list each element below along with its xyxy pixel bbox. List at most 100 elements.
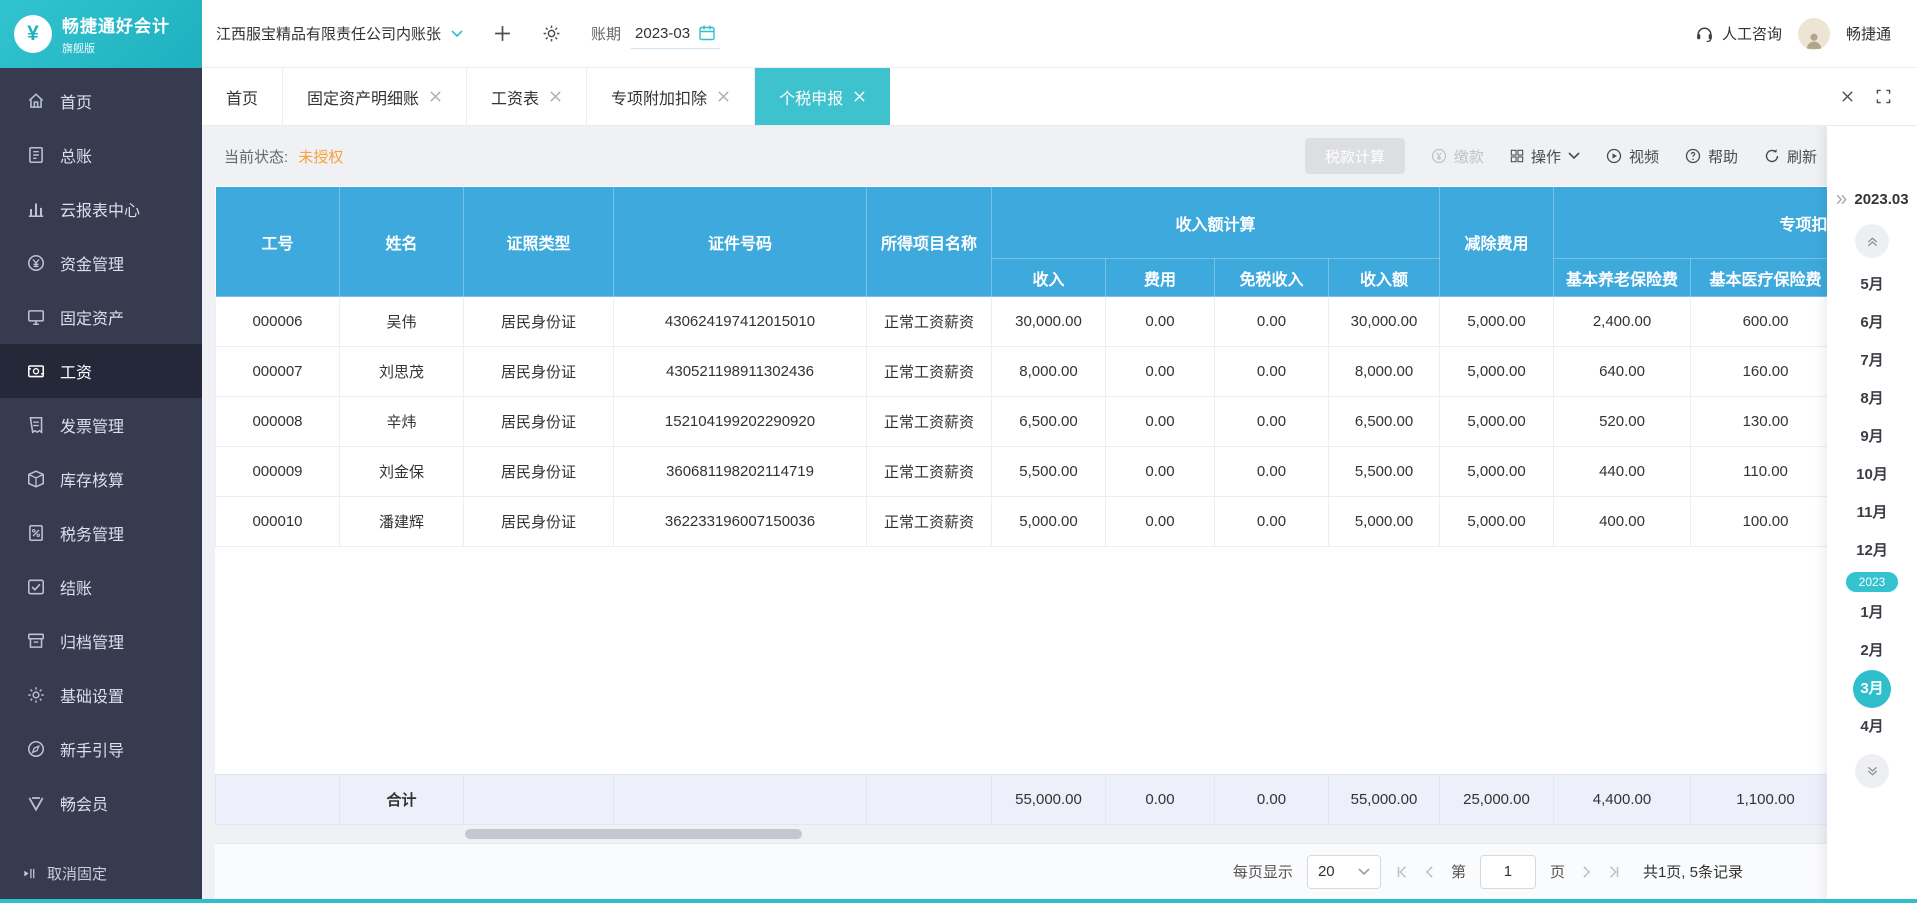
- sidebar-item-inventory[interactable]: 库存核算: [0, 452, 202, 506]
- period-picker[interactable]: 2023-03: [631, 18, 721, 49]
- tab-close-icon[interactable]: [717, 90, 730, 103]
- month-item[interactable]: 6月: [1850, 304, 1894, 342]
- month-item[interactable]: 10月: [1850, 456, 1894, 494]
- table-cell: 刘思茂: [339, 346, 464, 397]
- table-row[interactable]: 000010 潘建辉 居民身份证 362233196007150036 正常工资薪资 5,…: [215, 496, 1827, 547]
- scrollbar-thumb[interactable]: [465, 829, 802, 839]
- last-page-button[interactable]: [1607, 865, 1621, 879]
- column-header: 工号: [215, 186, 340, 297]
- table-cell: 正常工资薪资: [866, 446, 992, 497]
- prev-page-button[interactable]: [1423, 865, 1437, 879]
- table-cell: 6,500.00: [991, 396, 1106, 447]
- video-icon: [1606, 148, 1622, 164]
- year-badge: 2023: [1846, 572, 1898, 592]
- sidebar-item-invoice[interactable]: 发票管理: [0, 398, 202, 452]
- month-item[interactable]: 12月: [1850, 532, 1894, 570]
- video-button[interactable]: 视频: [1606, 146, 1659, 167]
- tab-fixed-asset-ledger[interactable]: 固定资产明细账: [283, 68, 468, 125]
- current-period: 2023.03: [1854, 190, 1909, 208]
- support-link[interactable]: 人工咨询: [1695, 23, 1782, 44]
- month-item[interactable]: 1月: [1850, 594, 1894, 632]
- chevron-down-icon: [1358, 867, 1370, 876]
- sidebar-item-guide[interactable]: 新手引导: [0, 722, 202, 776]
- add-button[interactable]: [493, 24, 512, 43]
- total-cell: 4,400.00: [1553, 774, 1691, 825]
- month-item[interactable]: 9月: [1850, 418, 1894, 456]
- month-item[interactable]: 7月: [1850, 342, 1894, 380]
- close-tab-icon[interactable]: [1841, 90, 1854, 103]
- page-number-input[interactable]: [1479, 854, 1536, 889]
- pay-button[interactable]: 缴款: [1431, 146, 1484, 167]
- table-cell: 5,000.00: [1439, 296, 1555, 347]
- column-header: 所得项目名称: [866, 186, 992, 297]
- sidebar-item-funds[interactable]: 资金管理: [0, 236, 202, 290]
- sidebar-item-label: 结账: [60, 581, 93, 598]
- sidebar-item-member[interactable]: 畅会员: [0, 776, 202, 830]
- refresh-button[interactable]: 刷新: [1764, 146, 1817, 167]
- per-page-select[interactable]: 20: [1306, 854, 1381, 889]
- tab-home[interactable]: 首页: [202, 68, 284, 125]
- column-group-special: 专项扣除: [1553, 186, 1827, 259]
- table-cell: 0.00: [1214, 496, 1329, 547]
- table-cell: 居民身份证: [463, 396, 614, 447]
- per-page-value: 20: [1317, 863, 1335, 880]
- next-page-button[interactable]: [1579, 865, 1593, 879]
- month-item[interactable]: 2月: [1850, 632, 1894, 670]
- table-row[interactable]: 000009 刘金保 居民身份证 360681198202114719 正常工资薪资 5,…: [215, 446, 1827, 497]
- unpin-sidebar-button[interactable]: 取消固定: [0, 847, 202, 899]
- tab-salary-table[interactable]: 工资表: [467, 68, 588, 125]
- brand-logo-icon: ¥: [14, 15, 52, 53]
- fullscreen-icon[interactable]: [1876, 89, 1891, 104]
- sidebar-item-tax[interactable]: 税务管理: [0, 506, 202, 560]
- table-cell: 000010: [215, 496, 340, 547]
- table-cell: 0.00: [1105, 446, 1215, 497]
- scroll-months-down-button[interactable]: [1855, 754, 1889, 788]
- tab-close-icon[interactable]: [853, 90, 866, 103]
- collapse-panel-button[interactable]: [1835, 193, 1848, 206]
- sidebar-item-salary[interactable]: 工资: [0, 344, 202, 398]
- support-label: 人工咨询: [1721, 26, 1782, 43]
- tab-close-icon[interactable]: [429, 90, 442, 103]
- table-row[interactable]: 000008 辛炜 居民身份证 152104199202290920 正常工资薪资 6,5…: [215, 396, 1827, 447]
- month-item[interactable]: 11月: [1850, 494, 1894, 532]
- table-cell: 0.00: [1105, 496, 1215, 547]
- horizontal-scrollbar[interactable]: [215, 825, 1827, 843]
- gear-icon[interactable]: [542, 24, 561, 43]
- tab-tax-filing[interactable]: 个税申报: [755, 68, 891, 125]
- tab-special-deduction[interactable]: 专项附加扣除: [587, 68, 756, 125]
- table-cell: 0.00: [1105, 346, 1215, 397]
- operate-icon: [1510, 149, 1524, 163]
- month-item[interactable]: 8月: [1850, 380, 1894, 418]
- month-item[interactable]: 4月: [1850, 708, 1894, 746]
- salary-tax-table: 工号姓名证照类型证件号码所得项目名称收入额计算减除费用专项扣除收入费用免税收入收…: [215, 186, 1827, 547]
- topbar-right: 人工咨询 畅捷通: [1695, 17, 1891, 50]
- table-row[interactable]: 000007 刘思茂 居民身份证 430521198911302436 正常工资薪资 8,…: [215, 346, 1827, 397]
- avatar[interactable]: [1797, 17, 1830, 50]
- scroll-months-up-button[interactable]: [1855, 224, 1889, 258]
- reports-icon: [26, 199, 46, 219]
- sidebar-item-settings[interactable]: 基础设置: [0, 668, 202, 722]
- first-page-button[interactable]: [1395, 865, 1409, 879]
- tax-calc-button[interactable]: 税款计算: [1304, 138, 1405, 174]
- sidebar-item-ledger[interactable]: 总账: [0, 128, 202, 182]
- table-row[interactable]: 000006 吴伟 居民身份证 430624197412015010 正常工资薪资 30,…: [215, 296, 1827, 347]
- help-button[interactable]: 帮助: [1685, 146, 1738, 167]
- period-value: 2023-03: [635, 24, 691, 42]
- sidebar-item-home[interactable]: 首页: [0, 74, 202, 128]
- bottom-accent-bar: [0, 899, 1917, 903]
- company-selector[interactable]: 江西服宝精品有限责任公司内账张: [216, 23, 463, 44]
- sidebar-item-assets[interactable]: 固定资产: [0, 290, 202, 344]
- data-grid: 工号姓名证照类型证件号码所得项目名称收入额计算减除费用专项扣除收入费用免税收入收…: [215, 186, 1827, 825]
- month-item[interactable]: 3月: [1853, 670, 1891, 708]
- table-cell: 520.00: [1553, 396, 1692, 447]
- sidebar-item-closing[interactable]: 结账: [0, 560, 202, 614]
- sidebar-item-label: 资金管理: [60, 257, 125, 274]
- table-cell: 2,400.00: [1553, 296, 1692, 347]
- sidebar-item-reports[interactable]: 云报表中心: [0, 182, 202, 236]
- table-cell: 360681198202114719: [613, 446, 867, 497]
- member-icon: [26, 793, 46, 813]
- tab-close-icon[interactable]: [549, 90, 562, 103]
- sidebar-item-archive[interactable]: 归档管理: [0, 614, 202, 668]
- month-item[interactable]: 5月: [1850, 266, 1894, 304]
- operate-menu-button[interactable]: 操作: [1510, 146, 1580, 167]
